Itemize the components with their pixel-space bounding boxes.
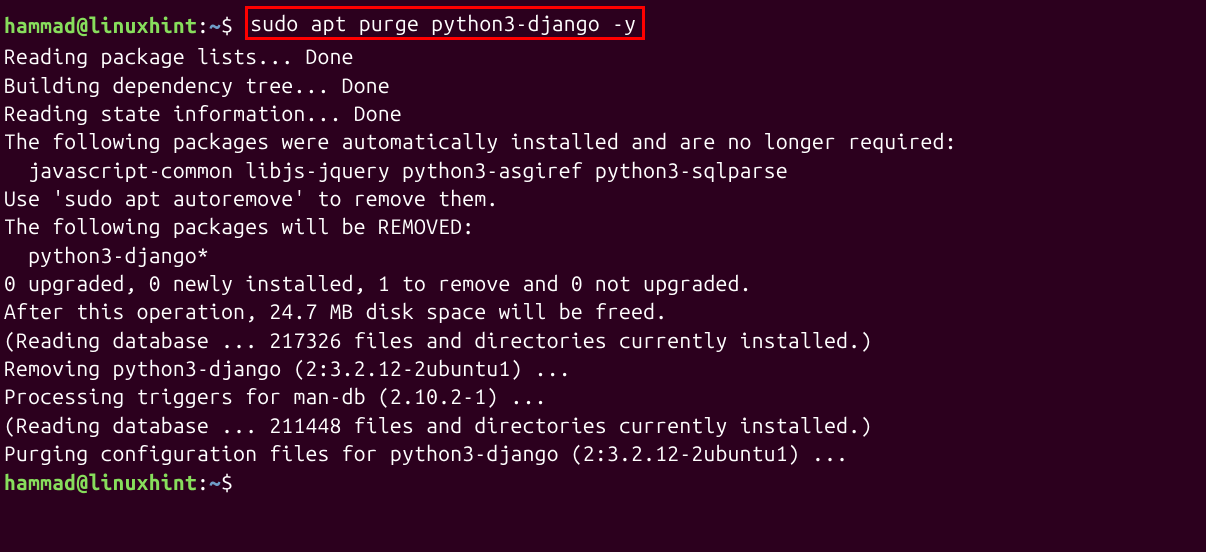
output-line: The following packages were automaticall…: [4, 127, 1202, 155]
prompt-line-2[interactable]: hammad@linuxhint:~$: [4, 468, 1202, 496]
output-line: (Reading database ... 211448 files and d…: [4, 411, 1202, 439]
output-line: python3-django*: [4, 241, 1202, 269]
prompt-user: hammad: [4, 11, 76, 39]
output-line: Processing triggers for man-db (2.10.2-1…: [4, 382, 1202, 410]
output-line: Use 'sudo apt autoremove' to remove them…: [4, 184, 1202, 212]
prompt-colon: :: [197, 468, 209, 496]
output-line: Removing python3-django (2:3.2.12-2ubunt…: [4, 354, 1202, 382]
prompt-host: linuxhint: [88, 468, 197, 496]
prompt-dollar: $: [221, 468, 233, 496]
prompt-colon: :: [197, 11, 209, 39]
prompt-path: ~: [209, 11, 221, 39]
output-line: javascript-common libjs-jquery python3-a…: [4, 156, 1202, 184]
prompt-at: @: [76, 11, 88, 39]
prompt-line-1: hammad@linuxhint:~$ sudo apt purge pytho…: [4, 8, 1202, 42]
output-line: Reading package lists... Done: [4, 42, 1202, 70]
output-line: The following packages will be REMOVED:: [4, 212, 1202, 240]
output-line: After this operation, 24.7 MB disk space…: [4, 297, 1202, 325]
prompt-user: hammad: [4, 468, 76, 496]
terminal-window[interactable]: hammad@linuxhint:~$ sudo apt purge pytho…: [4, 8, 1202, 496]
prompt-path: ~: [209, 468, 221, 496]
output-line: 0 upgraded, 0 newly installed, 1 to remo…: [4, 269, 1202, 297]
prompt-host: linuxhint: [88, 11, 197, 39]
output-line: (Reading database ... 217326 files and d…: [4, 326, 1202, 354]
output-line: Purging configuration files for python3-…: [4, 439, 1202, 467]
prompt-at: @: [76, 468, 88, 496]
prompt-dollar: $: [221, 11, 233, 39]
output-line: Building dependency tree... Done: [4, 71, 1202, 99]
output-line: Reading state information... Done: [4, 99, 1202, 127]
command-text: sudo apt purge python3-django -y: [250, 11, 636, 35]
command-highlight: sudo apt purge python3-django -y: [245, 6, 645, 40]
